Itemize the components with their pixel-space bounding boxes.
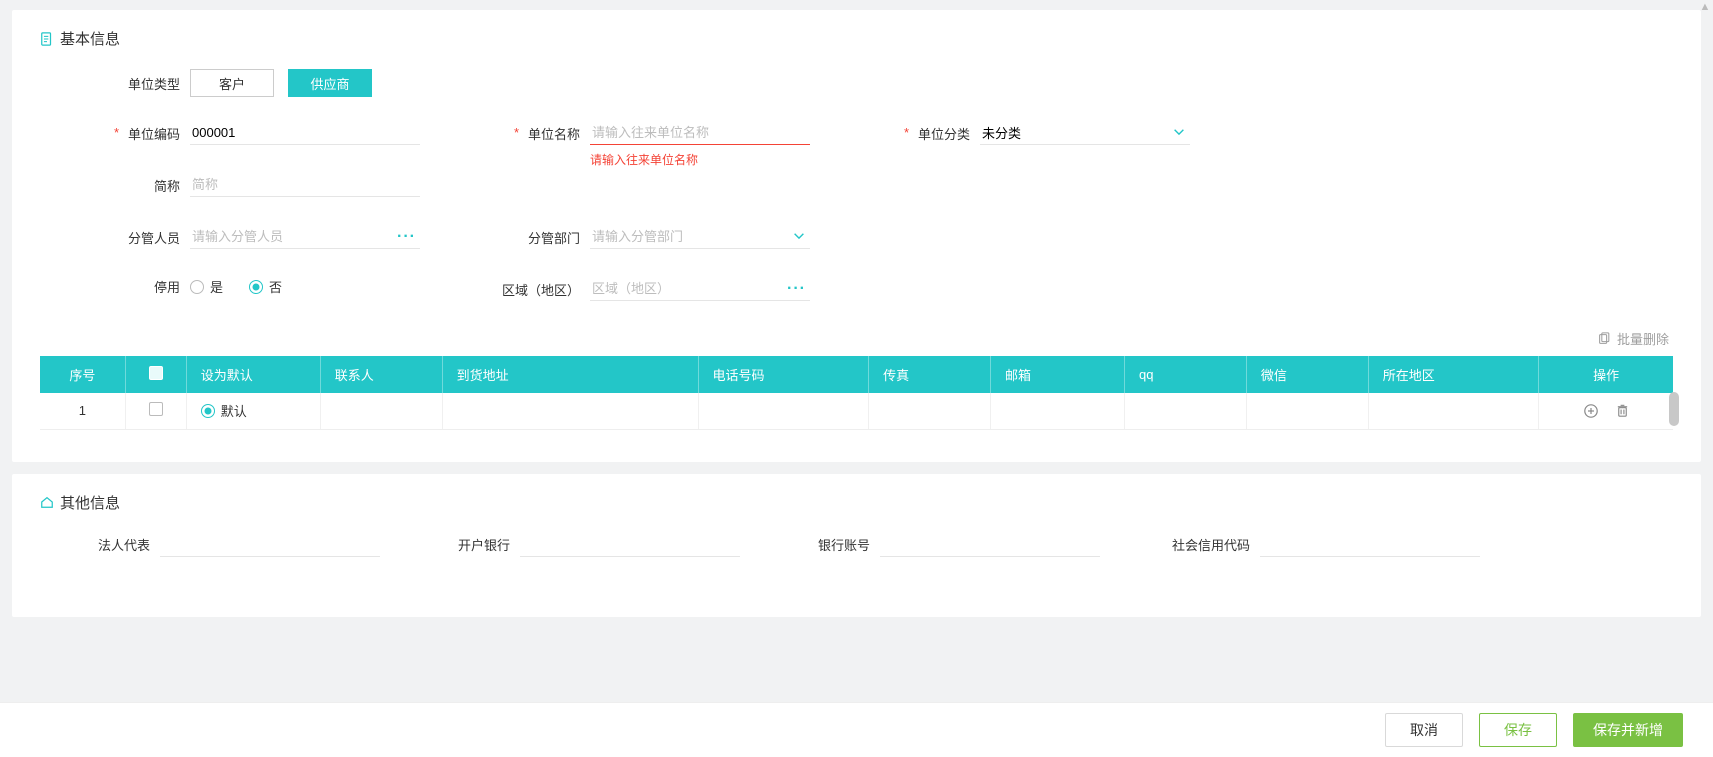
- cell-fax[interactable]: [869, 393, 991, 429]
- scroll-top-icon[interactable]: ▲: [1697, 0, 1713, 14]
- unit-name-error: 请输入往来单位名称: [590, 151, 698, 168]
- disable-no-label: 否: [269, 277, 282, 296]
- save-and-new-button[interactable]: 保存并新增: [1573, 713, 1683, 747]
- save-button[interactable]: 保存: [1479, 713, 1557, 747]
- legal-rep-input[interactable]: [160, 533, 380, 557]
- panel-other-info: 其他信息 法人代表 开户银行 银行账号 社会信用代码: [12, 474, 1701, 617]
- th-email: 邮箱: [991, 356, 1125, 393]
- th-contact: 联系人: [320, 356, 442, 393]
- panel-title-other: 其他信息: [60, 492, 120, 513]
- label-unit-type: 单位类型: [80, 74, 190, 93]
- panel-title-basic: 基本信息: [60, 28, 120, 49]
- label-legal-rep: 法人代表: [80, 535, 160, 554]
- label-department: 分管部门: [480, 228, 590, 247]
- bank-account-input[interactable]: [880, 533, 1100, 557]
- department-select[interactable]: [590, 225, 810, 249]
- row-checkbox[interactable]: [125, 393, 186, 429]
- footer-actions: 取消 保存 保存并新增: [0, 702, 1713, 757]
- th-set-default: 设为默认: [186, 356, 320, 393]
- th-select-all[interactable]: [125, 356, 186, 393]
- batch-delete-button[interactable]: 批量删除: [1617, 329, 1669, 348]
- short-name-input[interactable]: [190, 173, 420, 197]
- label-manager: 分管人员: [80, 228, 190, 247]
- unit-type-customer-button[interactable]: 客户: [190, 69, 274, 97]
- panel-basic-info: 基本信息 单位类型 客户 供应商 单位编码: [12, 10, 1701, 462]
- th-phone: 电话号码: [698, 356, 869, 393]
- row-default-label: 默认: [221, 401, 247, 420]
- th-index: 序号: [40, 356, 125, 393]
- disable-yes-label: 是: [210, 277, 223, 296]
- unit-type-supplier-button[interactable]: 供应商: [288, 69, 372, 97]
- cancel-button[interactable]: 取消: [1385, 713, 1463, 747]
- th-fax: 传真: [869, 356, 991, 393]
- label-bank-account: 银行账号: [800, 535, 880, 554]
- th-qq: qq: [1125, 356, 1247, 393]
- copy-icon: [1597, 332, 1611, 346]
- table-row: 1 默认: [40, 393, 1673, 429]
- cell-index: 1: [40, 393, 125, 429]
- label-credit-code: 社会信用代码: [1160, 535, 1260, 554]
- row-default-radio[interactable]: 默认: [201, 401, 247, 420]
- unit-name-input[interactable]: [590, 121, 810, 145]
- label-unit-category: 单位分类: [870, 124, 980, 143]
- label-short-name: 简称: [80, 176, 190, 195]
- cell-address[interactable]: [442, 393, 698, 429]
- contacts-table: 序号 设为默认 联系人 到货地址 电话号码 传真 邮箱 qq 微信 所在地区 操…: [40, 356, 1673, 430]
- cell-contact[interactable]: [320, 393, 442, 429]
- cell-location[interactable]: [1368, 393, 1539, 429]
- unit-code-input[interactable]: [190, 121, 420, 145]
- cell-wechat[interactable]: [1246, 393, 1368, 429]
- label-unit-code: 单位编码: [80, 124, 190, 143]
- add-row-icon[interactable]: [1583, 403, 1599, 419]
- label-disable: 停用: [80, 277, 190, 296]
- bank-input[interactable]: [520, 533, 740, 557]
- label-region: 区域（地区）: [480, 280, 590, 299]
- th-location: 所在地区: [1368, 356, 1539, 393]
- unit-category-select[interactable]: [980, 121, 1190, 145]
- house-icon: [40, 495, 54, 509]
- doc-icon: [40, 32, 54, 46]
- th-wechat: 微信: [1246, 356, 1368, 393]
- delete-row-icon[interactable]: [1615, 403, 1630, 418]
- table-scrollbar[interactable]: [1669, 392, 1679, 426]
- region-input[interactable]: [590, 277, 810, 301]
- cell-email[interactable]: [991, 393, 1125, 429]
- manager-input[interactable]: [190, 225, 420, 249]
- th-address: 到货地址: [442, 356, 698, 393]
- th-ops: 操作: [1539, 356, 1673, 393]
- disable-no-radio[interactable]: 否: [249, 277, 282, 296]
- label-unit-name: 单位名称: [480, 124, 590, 143]
- label-bank: 开户银行: [440, 535, 520, 554]
- cell-phone[interactable]: [698, 393, 869, 429]
- cell-qq[interactable]: [1125, 393, 1247, 429]
- credit-code-input[interactable]: [1260, 533, 1480, 557]
- disable-yes-radio[interactable]: 是: [190, 277, 223, 296]
